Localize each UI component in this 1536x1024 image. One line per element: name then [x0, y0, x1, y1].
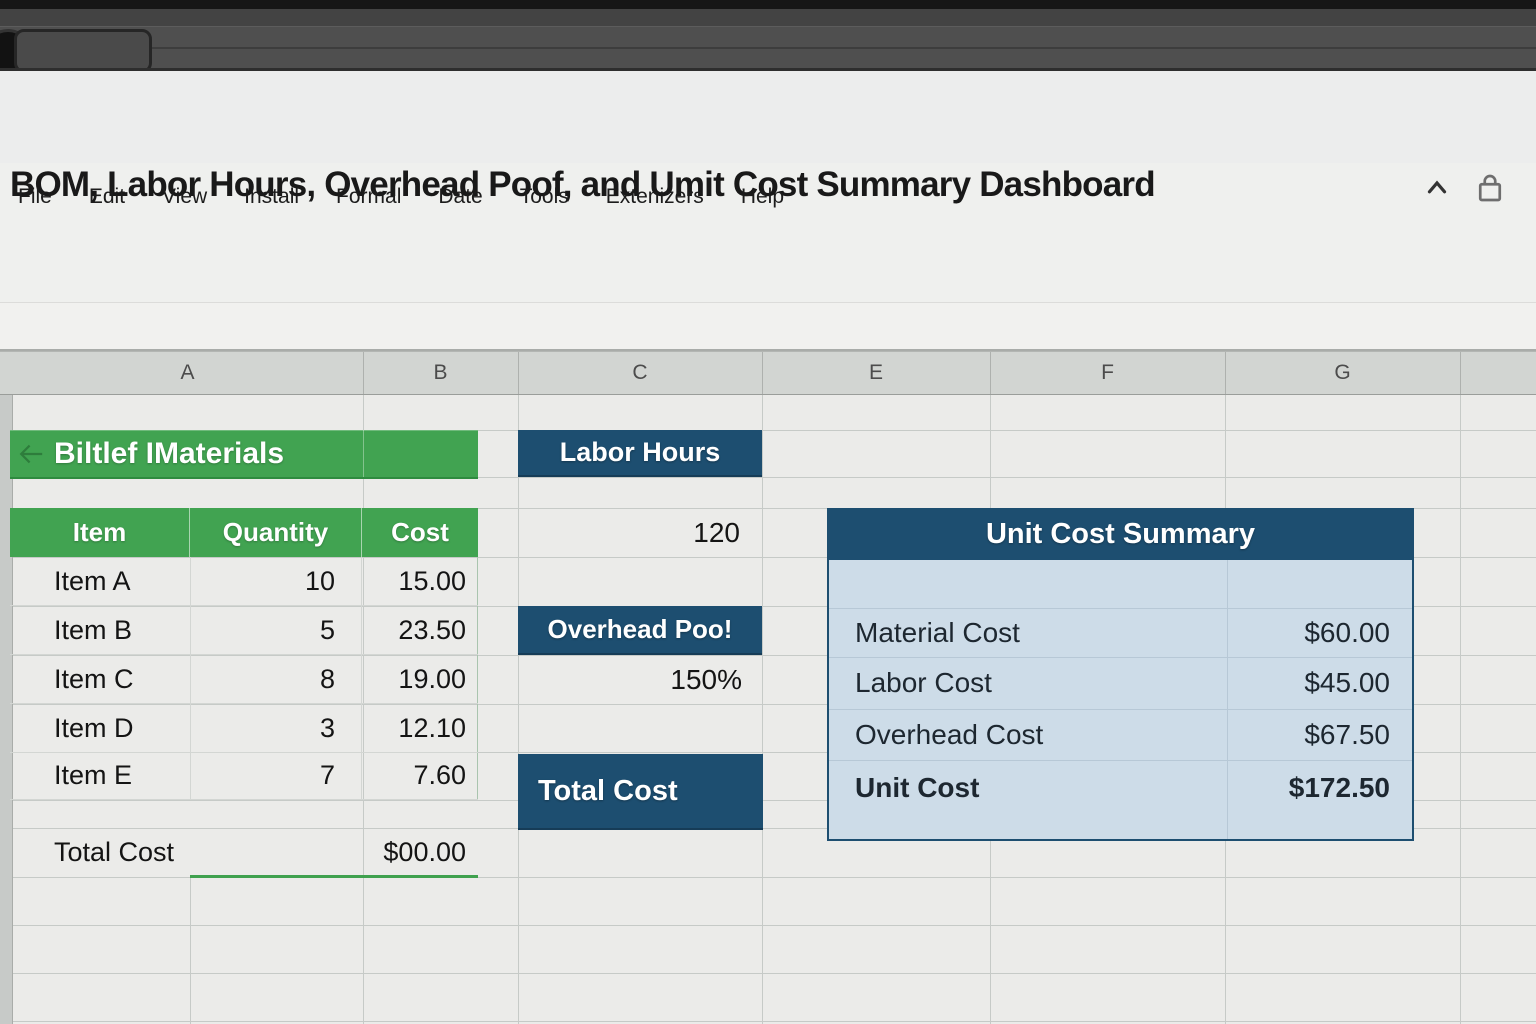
- unit-cost-summary: Unit Cost Summary Material Cost $60.00 La…: [827, 508, 1414, 841]
- column-header-b[interactable]: B: [363, 352, 519, 394]
- table-row[interactable]: Item D 3 12.10: [10, 704, 478, 753]
- column-header-f[interactable]: F: [990, 352, 1226, 394]
- chrome-band: [0, 9, 1536, 27]
- menu-view[interactable]: View: [162, 185, 207, 209]
- bom-total-value: $00.00: [383, 837, 466, 867]
- column-header-g[interactable]: G: [1225, 352, 1461, 394]
- bom-header-cost[interactable]: Cost: [362, 508, 478, 557]
- labor-hours-header[interactable]: Labor Hours: [518, 430, 762, 477]
- overhead-pool-header[interactable]: Overhead Poo!: [518, 606, 762, 655]
- gridline: [12, 925, 1536, 926]
- column-header-c[interactable]: C: [518, 352, 763, 394]
- bom-total-underline: [190, 875, 478, 878]
- summary-row-material[interactable]: Material Cost $60.00: [827, 608, 1414, 657]
- menu-help[interactable]: Help: [741, 185, 784, 209]
- menu-file[interactable]: File: [18, 185, 52, 209]
- overhead-pool-value[interactable]: 150%: [518, 655, 742, 704]
- menu-formal[interactable]: Formal: [336, 185, 401, 209]
- summary-row-labor[interactable]: Labor Cost $45.00: [827, 657, 1414, 709]
- table-row[interactable]: Item B 5 23.50: [10, 606, 478, 655]
- menu-date[interactable]: Date: [438, 185, 482, 209]
- gridline: [1460, 393, 1461, 1024]
- menu-bar: File Edit View Install Formal Date Tools…: [0, 176, 1536, 218]
- window-chrome: [0, 0, 1536, 77]
- menu-install[interactable]: Install: [244, 185, 299, 209]
- bom-title-text: Biltlef IMaterials: [54, 436, 285, 470]
- column-header-row: A B C E F G: [0, 351, 1536, 395]
- arrow-left-icon: [19, 444, 43, 464]
- column-header-partial[interactable]: [1460, 352, 1536, 394]
- bom-title-bar[interactable]: Biltlef IMaterials: [10, 430, 478, 479]
- gridline: [762, 393, 763, 1024]
- bom-header-item[interactable]: Item: [10, 508, 190, 557]
- formula-bar: >: [0, 303, 1536, 652]
- unit-cost-summary-title[interactable]: Unit Cost Summary: [827, 508, 1414, 560]
- browser-tab[interactable]: [14, 29, 152, 73]
- gridline: [190, 877, 191, 1024]
- chrome-top-strip: [0, 0, 1536, 9]
- total-cost-banner[interactable]: Total Cost: [518, 754, 763, 830]
- bom-table-body: Item A 10 15.00 Item B 5 23.50 Item C 8 19.00 …: [10, 557, 478, 800]
- menu-extenizers[interactable]: Extenizers: [606, 185, 704, 209]
- table-row[interactable]: Item A 10 15.00: [10, 557, 478, 606]
- column-header-a[interactable]: A: [12, 352, 364, 394]
- table-row[interactable]: Item E 7 7.60: [10, 752, 478, 800]
- toolbar: US% g % 72 F3 Ex B I $ A: [0, 225, 1536, 511]
- title-bar: BOM, Labor Hours, Overhead Poof, and Umi…: [0, 71, 1536, 204]
- gridline: [12, 1021, 1536, 1022]
- bom-total-row[interactable]: Total Cost $00.00: [10, 828, 478, 877]
- gridline: [12, 973, 1536, 974]
- spreadsheet-app: BOM, Labor Hours, Overhead Poof, and Umi…: [0, 0, 1536, 1024]
- bom-header-quantity[interactable]: Quantity: [190, 508, 362, 557]
- bom-header-row: Item Quantity Cost: [10, 508, 478, 557]
- chrome-band2: [0, 47, 1536, 49]
- summary-row-unit-cost[interactable]: Unit Cost $172.50: [827, 760, 1414, 815]
- bom-title-divider: [363, 430, 364, 477]
- table-row[interactable]: Item C 8 19.00: [10, 655, 478, 704]
- menu-edit[interactable]: Edit: [89, 185, 125, 209]
- menu-tools[interactable]: Tools: [520, 185, 569, 209]
- column-header-e[interactable]: E: [762, 352, 991, 394]
- labor-hours-value[interactable]: 120: [518, 508, 740, 557]
- summary-row-overhead[interactable]: Overhead Cost $67.50: [827, 709, 1414, 760]
- bom-total-label: Total Cost: [54, 837, 175, 867]
- gridline: [518, 393, 519, 1024]
